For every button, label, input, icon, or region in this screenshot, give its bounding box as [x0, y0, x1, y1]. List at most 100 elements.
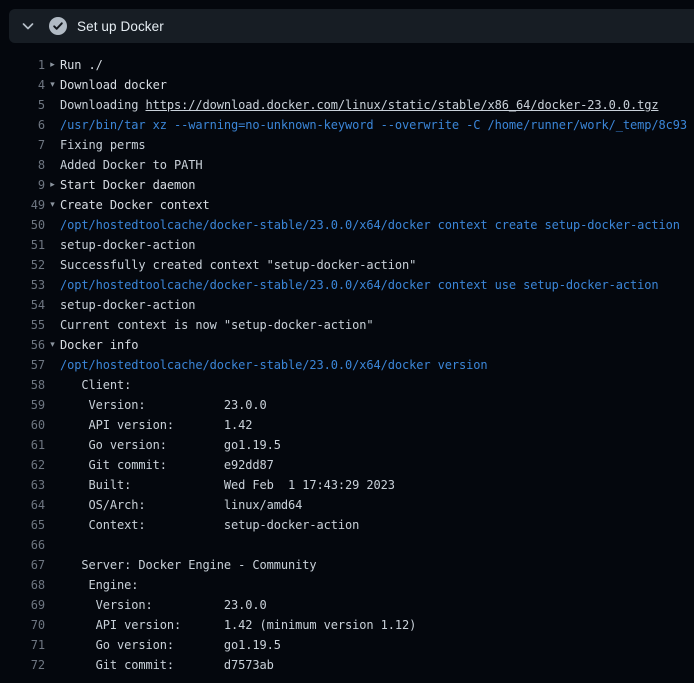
gutter-spacer — [45, 415, 60, 435]
log-text: Version: 23.0.0 — [60, 595, 267, 615]
log-text: Fixing perms — [60, 135, 146, 155]
log-row: 62 Git commit: e92dd87 — [0, 455, 694, 475]
log-command-text: /opt/hostedtoolcache/docker-stable/23.0.… — [60, 355, 487, 375]
line-number[interactable]: 72 — [0, 655, 45, 675]
log-row[interactable]: 56▾Docker info — [0, 335, 694, 355]
line-number[interactable]: 49 — [0, 195, 45, 215]
group-expanded-icon[interactable]: ▾ — [45, 195, 60, 215]
gutter-spacer — [45, 295, 60, 315]
log-row: 57/opt/hostedtoolcache/docker-stable/23.… — [0, 355, 694, 375]
log-row: 59 Version: 23.0.0 — [0, 395, 694, 415]
log-text: Go version: go1.19.5 — [60, 635, 281, 655]
step-header[interactable]: Set up Docker — [9, 9, 694, 43]
log-text: API version: 1.42 — [60, 415, 252, 435]
log-text: Successfully created context "setup-dock… — [60, 255, 416, 275]
log-text: OS/Arch: linux/amd64 — [60, 495, 302, 515]
group-collapsed-icon[interactable]: ▸ — [45, 175, 60, 195]
line-number[interactable]: 1 — [0, 55, 45, 75]
log-text: setup-docker-action — [60, 235, 195, 255]
log-row: 70 API version: 1.42 (minimum version 1.… — [0, 615, 694, 635]
gutter-spacer — [45, 535, 60, 555]
log-row: 61 Go version: go1.19.5 — [0, 435, 694, 455]
line-number[interactable]: 54 — [0, 295, 45, 315]
line-number[interactable]: 71 — [0, 635, 45, 655]
gutter-spacer — [45, 615, 60, 635]
log-command-text: /opt/hostedtoolcache/docker-stable/23.0.… — [60, 275, 658, 295]
log-text: Added Docker to PATH — [60, 155, 203, 175]
chevron-down-icon[interactable] — [20, 18, 36, 34]
line-number[interactable]: 56 — [0, 335, 45, 355]
log-row: 51 setup-docker-action — [0, 235, 694, 255]
gutter-spacer — [45, 275, 60, 295]
line-number[interactable]: 7 — [0, 135, 45, 155]
gutter-spacer — [45, 355, 60, 375]
log-row: 72 Git commit: d7573ab — [0, 655, 694, 675]
log-text: Git commit: d7573ab — [60, 655, 274, 675]
line-number[interactable]: 62 — [0, 455, 45, 475]
line-number[interactable]: 55 — [0, 315, 45, 335]
gutter-spacer — [45, 515, 60, 535]
log-row: 67 Server: Docker Engine - Community — [0, 555, 694, 575]
line-number[interactable]: 58 — [0, 375, 45, 395]
line-number[interactable]: 61 — [0, 435, 45, 455]
log-command-text: /usr/bin/tar xz --warning=no-unknown-key… — [60, 115, 687, 135]
line-number[interactable]: 60 — [0, 415, 45, 435]
log-text: Version: 23.0.0 — [60, 395, 267, 415]
log-row: 65 Context: setup-docker-action — [0, 515, 694, 535]
log-text: Server: Docker Engine - Community — [60, 555, 317, 575]
check-circle-icon — [49, 17, 67, 35]
log-row: 66 — [0, 535, 694, 555]
log-text: Downloading https://download.docker.com/… — [60, 95, 658, 115]
gutter-spacer — [45, 555, 60, 575]
gutter-spacer — [45, 435, 60, 455]
log-row: 8 Added Docker to PATH — [0, 155, 694, 175]
gutter-spacer — [45, 155, 60, 175]
line-number[interactable]: 50 — [0, 215, 45, 235]
log-row[interactable]: 4▾Download docker — [0, 75, 694, 95]
line-number[interactable]: 8 — [0, 155, 45, 175]
log-row[interactable]: 9▸Start Docker daemon — [0, 175, 694, 195]
line-number[interactable]: 4 — [0, 75, 45, 95]
line-number[interactable]: 65 — [0, 515, 45, 535]
line-number[interactable]: 9 — [0, 175, 45, 195]
step-title: Set up Docker — [77, 19, 164, 34]
log-link[interactable]: https://download.docker.com/linux/static… — [146, 98, 659, 112]
line-number[interactable]: 66 — [0, 535, 45, 555]
group-title: Create Docker context — [60, 195, 210, 215]
gutter-spacer — [45, 95, 60, 115]
line-number[interactable]: 63 — [0, 475, 45, 495]
gutter-spacer — [45, 115, 60, 135]
log-row: 63 Built: Wed Feb 1 17:43:29 2023 — [0, 475, 694, 495]
line-number[interactable]: 53 — [0, 275, 45, 295]
line-number[interactable]: 67 — [0, 555, 45, 575]
log-text: Engine: — [60, 575, 138, 595]
gutter-spacer — [45, 455, 60, 475]
gutter-spacer — [45, 635, 60, 655]
line-number[interactable]: 6 — [0, 115, 45, 135]
line-number[interactable]: 57 — [0, 355, 45, 375]
line-number[interactable]: 5 — [0, 95, 45, 115]
line-number[interactable]: 52 — [0, 255, 45, 275]
log-row: 69 Version: 23.0.0 — [0, 595, 694, 615]
group-expanded-icon[interactable]: ▾ — [45, 75, 60, 95]
log-row: 60 API version: 1.42 — [0, 415, 694, 435]
log-row[interactable]: 1▸Run ./ — [0, 55, 694, 75]
log-row[interactable]: 49▾Create Docker context — [0, 195, 694, 215]
log-text: Client: — [60, 375, 131, 395]
log-row: 7 Fixing perms — [0, 135, 694, 155]
gutter-spacer — [45, 255, 60, 275]
log-row: 50/opt/hostedtoolcache/docker-stable/23.… — [0, 215, 694, 235]
gutter-spacer — [45, 495, 60, 515]
log-row: 64 OS/Arch: linux/amd64 — [0, 495, 694, 515]
group-collapsed-icon[interactable]: ▸ — [45, 55, 60, 75]
line-number[interactable]: 70 — [0, 615, 45, 635]
line-number[interactable]: 68 — [0, 575, 45, 595]
log-row: 53/opt/hostedtoolcache/docker-stable/23.… — [0, 275, 694, 295]
group-expanded-icon[interactable]: ▾ — [45, 335, 60, 355]
log-row: 58 Client: — [0, 375, 694, 395]
line-number[interactable]: 51 — [0, 235, 45, 255]
line-number[interactable]: 59 — [0, 395, 45, 415]
line-number[interactable]: 69 — [0, 595, 45, 615]
log-text: API version: 1.42 (minimum version 1.12) — [60, 615, 416, 635]
line-number[interactable]: 64 — [0, 495, 45, 515]
